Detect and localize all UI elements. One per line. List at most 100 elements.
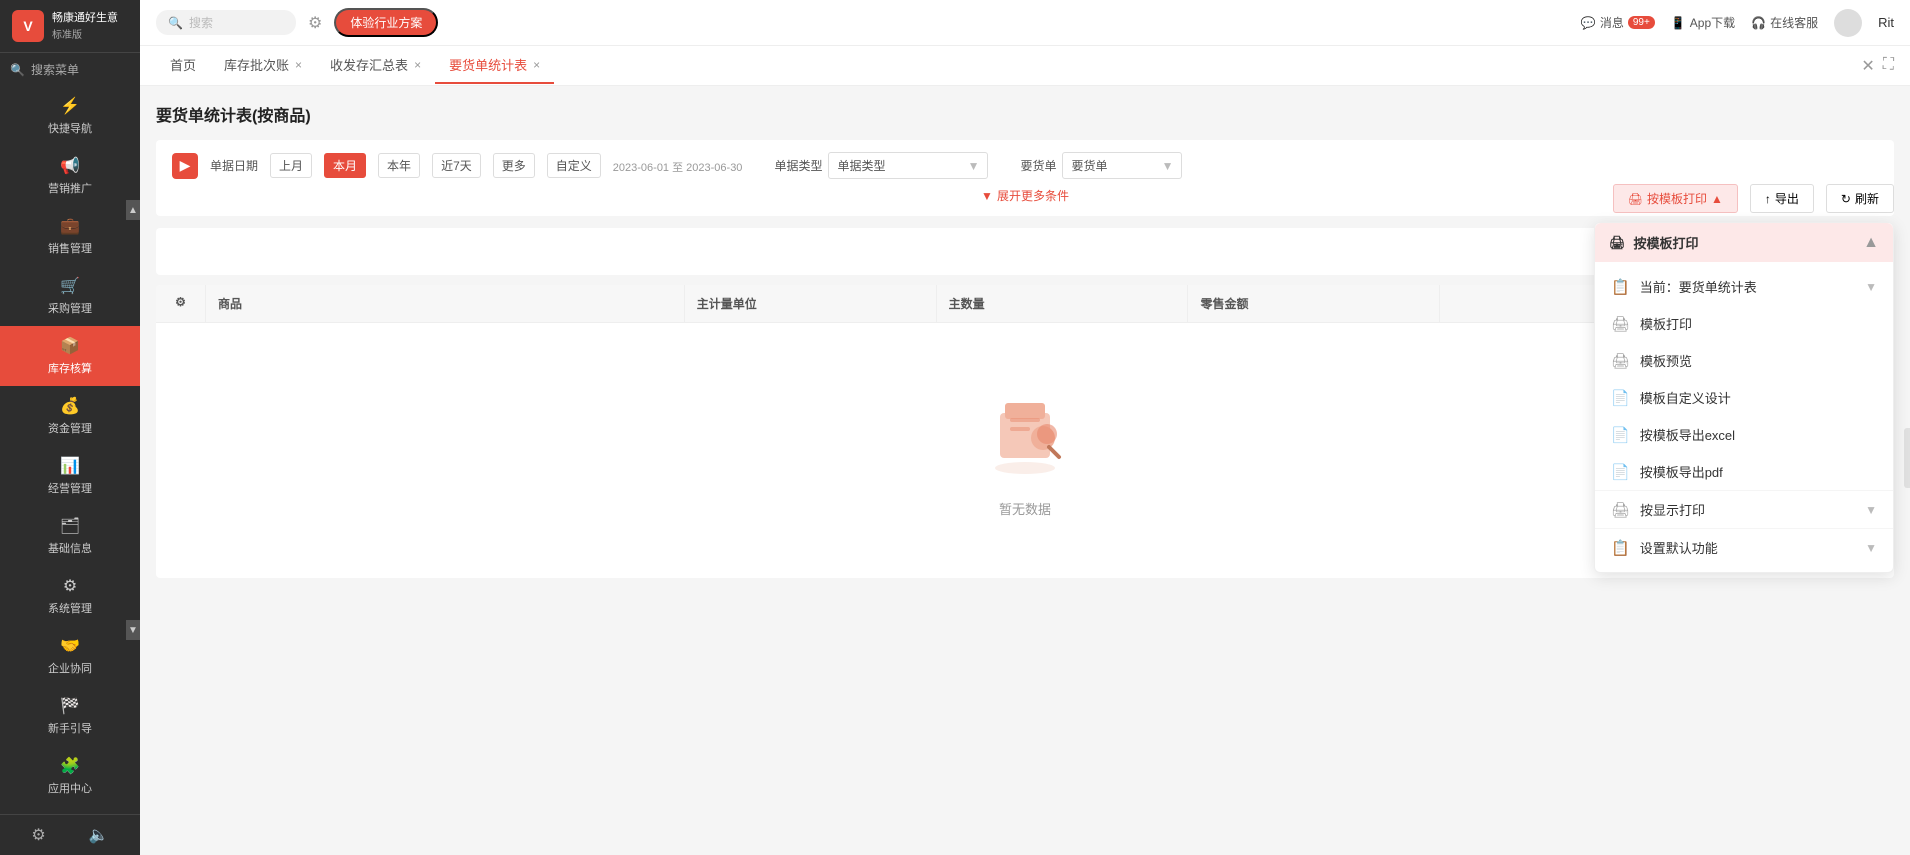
export-excel-item[interactable]: 📄 按模板导出excel [1595,416,1893,453]
type-select[interactable]: 单据类型 ▼ [828,152,988,179]
tab-label: 要货单统计表 [449,55,527,74]
export-icon: ↑ [1765,192,1771,206]
sidebar-item-label: 营销推广 [48,180,92,196]
sidebar-item-label: 企业协同 [48,660,92,676]
settings-icon[interactable]: ⚙ [308,13,322,33]
sidebar-item-shortcut[interactable]: ⚡ 快捷导航 [0,86,140,146]
display-print-item[interactable]: 🖨 按显示打印 ▼ [1595,490,1893,528]
tab-batch[interactable]: 库存批次账 × [210,47,316,84]
date-this-month[interactable]: 本月 [324,153,366,178]
th-qty: 主数量 [937,285,1189,322]
message-badge: 99+ [1628,16,1655,29]
sidebar-item-marketing[interactable]: 📢 营销推广 [0,146,140,206]
sidebar-item-label: 应用中心 [48,780,92,796]
guide-icon: 🏁 [60,696,80,716]
sidebar-item-wechat[interactable]: 💬 企业微信 [0,806,140,814]
date-this-year[interactable]: 本年 [378,153,420,178]
scroll-up[interactable]: ▲ [126,200,140,220]
export-pdf-label: 按模板导出pdf [1640,462,1877,481]
refresh-button[interactable]: ↻ 刷新 [1826,184,1894,213]
type-filter-label: 单据类型 [774,157,822,174]
sales-icon: 💼 [60,216,80,236]
sidebar-item-label: 采购管理 [48,300,92,316]
date-last-month[interactable]: 上月 [270,153,312,178]
close-icon[interactable]: × [533,58,540,72]
trial-button[interactable]: 体验行业方案 [334,8,438,37]
tab-receipts[interactable]: 收发存汇总表 × [316,47,435,84]
chevron-right-icon: ▼ [1865,503,1877,517]
demand-select[interactable]: 要货单 ▼ [1062,152,1182,179]
export-button[interactable]: ↑ 导出 [1750,184,1814,213]
service-icon: 🎧 [1751,16,1766,30]
close-icon[interactable]: × [295,58,302,72]
sidebar-item-system[interactable]: ⚙ 系统管理 [0,566,140,626]
app-version: 标准版 [52,26,118,41]
th-goods: 商品 [206,285,685,322]
chevron-down-icon: ▼ [968,159,980,173]
preview-icon: 🖨 [1611,352,1630,370]
sidebar-item-guide[interactable]: 🏁 新手引导 [0,686,140,746]
printer-icon: 🖨 [1611,315,1630,333]
sidebar-item-operation[interactable]: 📊 经营管理 [0,446,140,506]
sidebar-item-collab[interactable]: 🤝 企业协同 [0,626,140,686]
empty-text: 暂无数据 [999,499,1051,518]
tab-demand[interactable]: 要货单统计表 × [435,47,554,84]
page-actions-bar: 🖨 按模板打印 ▲ ↑ 导出 ↻ 刷新 [1613,184,1894,213]
date-custom[interactable]: 自定义 [547,153,601,178]
date-more[interactable]: 更多 [493,153,535,178]
chevron-down-icon: ▼ [1162,159,1174,173]
export-pdf-item[interactable]: 📄 按模板导出pdf [1595,453,1893,490]
refresh-icon: ↻ [1841,192,1851,206]
sidebar-item-basic[interactable]: 🗂 基础信息 [0,506,140,566]
sidebar-search[interactable]: 🔍 搜索菜单 [0,53,140,86]
sidebar-nav: ⚡ 快捷导航 📢 营销推广 💼 销售管理 🛒 采购管理 📦 库存核算 💰 资金管… [0,86,140,814]
search-icon: 🔍 [168,16,183,30]
template-preview-item[interactable]: 🖨 模板预览 [1595,342,1893,379]
resize-handle[interactable] [1904,428,1910,488]
topbar-search[interactable]: 🔍 搜索 [156,10,296,35]
scroll-down[interactable]: ▼ [126,620,140,640]
tab-home[interactable]: 首页 [156,47,210,84]
tab-label: 首页 [170,55,196,74]
system-icon: ⚙ [63,576,77,596]
expand-more-button[interactable]: ▼ 展开更多条件 [981,187,1069,204]
service-label: 在线客服 [1770,14,1818,31]
search-label: 搜索菜单 [31,61,79,78]
collapse-filter-button[interactable]: ▶ [172,153,198,179]
printer-icon: 🖨 [1609,235,1626,251]
template-preview-label: 模板预览 [1640,351,1877,370]
sidebar-item-purchase[interactable]: 🛒 采购管理 [0,266,140,326]
template-design-item[interactable]: 📄 模板自定义设计 [1595,379,1893,416]
sidebar-item-inventory[interactable]: 📦 库存核算 [0,326,140,386]
app-icon: 📱 [1671,16,1686,30]
th-settings[interactable]: ⚙ [156,285,206,322]
purchase-icon: 🛒 [60,276,80,296]
default-setting-item[interactable]: 📋 设置默认功能 ▼ [1595,528,1893,566]
display-print-icon: 🖨 [1611,501,1630,519]
maximize-icon[interactable]: ⛶ [1883,56,1894,76]
logo-icon: V [12,10,44,42]
avatar[interactable] [1834,9,1862,37]
date-last-7days[interactable]: 近7天 [432,153,481,178]
messages-button[interactable]: 💬 消息 99+ [1581,14,1655,31]
default-setting-icon: 📋 [1611,539,1630,557]
current-template-item[interactable]: 📋 当前：要货单统计表 ▼ [1595,268,1893,305]
template-print-item[interactable]: 🖨 模板打印 [1595,305,1893,342]
sidebar-item-sales[interactable]: 💼 销售管理 [0,206,140,266]
close-window-icon[interactable]: ✕ [1861,56,1874,76]
online-service-button[interactable]: 🎧 在线客服 [1751,14,1818,31]
sidebar-item-label: 系统管理 [48,600,92,616]
sidebar-item-finance[interactable]: 💰 资金管理 [0,386,140,446]
app-name: 畅康通好生意 [52,11,118,25]
dropdown-close-icon[interactable]: ▲ [1863,234,1879,252]
messages-label: 消息 [1600,14,1624,31]
template-icon: 📋 [1611,278,1630,296]
current-template-label: 当前：要货单统计表 [1640,277,1855,296]
sidebar-item-apps[interactable]: 🧩 应用中心 [0,746,140,806]
close-icon[interactable]: × [414,58,421,72]
settings-icon[interactable]: ⚙ [31,825,45,845]
app-download-button[interactable]: 📱 App下载 [1671,14,1735,31]
volume-icon[interactable]: 🔈 [89,825,109,845]
topbar-actions: 💬 消息 99+ 📱 App下载 🎧 在线客服 Rit [1581,9,1894,37]
print-template-button[interactable]: 🖨 按模板打印 ▲ [1613,184,1738,213]
